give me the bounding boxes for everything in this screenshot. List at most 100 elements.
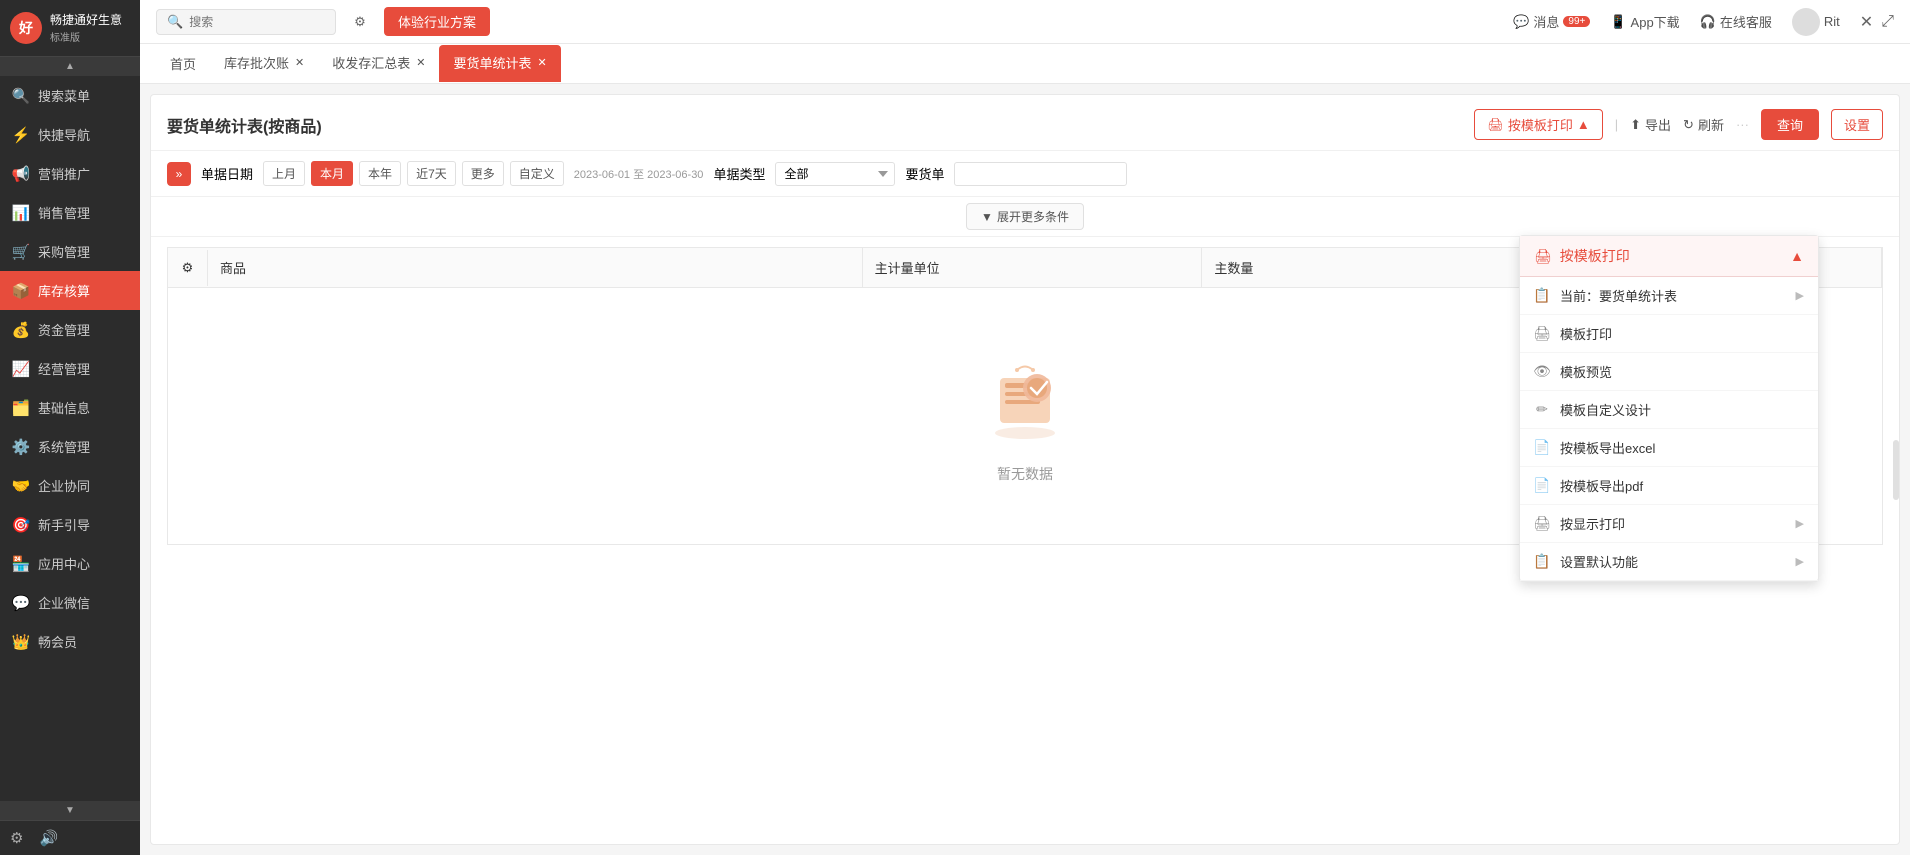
sidebar-item-basic[interactable]: 🗂️ 基础信息 xyxy=(0,388,140,427)
dropdown-section-display-print[interactable]: 🖨 按显示打印 ▶ xyxy=(1520,505,1818,543)
topbar-right: 💬 消息 99+ 📱 App下载 🎧 在线客服 Rit xyxy=(1513,8,1840,36)
tab-close-icon[interactable]: ✕ xyxy=(416,56,425,69)
user-name: Rit xyxy=(1824,14,1840,29)
sidebar-item-apps[interactable]: 🏪 应用中心 xyxy=(0,544,140,583)
dropdown-title: 按模板打印 xyxy=(1560,246,1630,266)
empty-illustration xyxy=(975,348,1075,448)
dropdown-item-template-print[interactable]: 🖨 模板打印 xyxy=(1520,315,1818,353)
tab-inventory-batch[interactable]: 库存批次账 ✕ xyxy=(210,45,318,82)
sidebar-item-label: 库存核算 xyxy=(38,281,90,300)
dropdown-item-export-pdf[interactable]: 📄 按模板导出pdf xyxy=(1520,467,1818,505)
date-7days-btn[interactable]: 近7天 xyxy=(407,161,456,186)
dropdown-header[interactable]: 🖨 按模板打印 ▲ xyxy=(1520,236,1818,277)
th-settings[interactable]: ⚙ xyxy=(168,250,208,286)
sidebar-nav: 🔍 搜索菜单 ⚡ 快捷导航 📢 营销推广 📊 销售管理 🛒 采购管理 📦 库存核… xyxy=(0,76,140,801)
current-template-label: 当前：要货单统计表 xyxy=(1560,286,1677,305)
page-actions: 🖨 按模板打印 ▲ | ⬆ 导出 ↻ 刷新 ··· 查询 设置 xyxy=(1474,109,1883,140)
dropdown-header-left: 🖨 按模板打印 xyxy=(1534,246,1630,266)
print-btn-label: 按模板打印 xyxy=(1508,115,1573,134)
export-icon: ⬆ xyxy=(1630,117,1641,133)
sidebar-scroll-down[interactable]: ▼ xyxy=(0,801,140,820)
sidebar-item-purchase[interactable]: 🛒 采购管理 xyxy=(0,232,140,271)
default-icon: 📋 xyxy=(1534,554,1550,570)
refresh-icon: ↻ xyxy=(1683,117,1694,133)
date-range: 2023-06-01 至 2023-06-30 xyxy=(574,166,704,182)
filter-expand-toggle[interactable]: » xyxy=(167,162,191,186)
order-type-input[interactable] xyxy=(954,162,1127,186)
expand-more-btn[interactable]: ▼ 展开更多条件 xyxy=(966,203,1084,230)
type-filter-label: 单据类型 xyxy=(713,164,765,183)
settings-btn[interactable]: 设置 xyxy=(1831,109,1883,140)
sidebar-item-enterprise[interactable]: 🤝 企业协同 xyxy=(0,466,140,505)
dropdown-item-template-design[interactable]: ✏ 模板自定义设计 xyxy=(1520,391,1818,429)
export-btn[interactable]: ⬆ 导出 xyxy=(1630,115,1671,134)
date-year-btn[interactable]: 本年 xyxy=(359,161,401,186)
tab-label: 要货单统计表 xyxy=(453,53,531,72)
print-btn[interactable]: 🖨 按模板打印 ▲ xyxy=(1474,109,1602,140)
message-item[interactable]: 💬 消息 99+ xyxy=(1513,12,1590,31)
topbar-gear-icon[interactable]: ⚙ xyxy=(348,10,372,34)
sidebar-item-label: 经营管理 xyxy=(38,359,90,378)
resize-handle[interactable] xyxy=(1893,440,1899,500)
template-design-label: 模板自定义设计 xyxy=(1560,400,1651,419)
online-service-item[interactable]: 🎧 在线客服 xyxy=(1700,12,1772,31)
expand-icon: ▼ xyxy=(981,210,993,224)
sidebar-item-operations[interactable]: 📈 经营管理 xyxy=(0,349,140,388)
sidebar-item-marketing[interactable]: 📢 营销推广 xyxy=(0,154,140,193)
filter-bar: » 单据日期 上月 本月 本年 近7天 更多 自定义 2023-06-01 至 … xyxy=(151,151,1899,197)
speaker-icon[interactable]: 🔊 xyxy=(39,829,58,847)
dropdown-item-template-preview[interactable]: 👁 模板预览 xyxy=(1520,353,1818,391)
date-custom-btn[interactable]: 自定义 xyxy=(510,161,564,186)
sidebar-item-finance[interactable]: 💰 资金管理 xyxy=(0,310,140,349)
date-prev-btn[interactable]: 上月 xyxy=(263,161,305,186)
tab-close-icon[interactable]: ✕ xyxy=(538,56,547,69)
topbar-search[interactable]: 🔍 xyxy=(156,9,336,35)
dropdown-current-template[interactable]: 📋 当前：要货单统计表 ▶ xyxy=(1520,277,1818,315)
sidebar-bottom: ⚙ 🔊 xyxy=(0,820,140,855)
dropdown-section-set-default[interactable]: 📋 设置默认功能 ▶ xyxy=(1520,543,1818,581)
sidebar: 好 畅捷通好生意 标准版 ▲ 🔍 搜索菜单 ⚡ 快捷导航 📢 营销推广 📊 销售… xyxy=(0,0,140,855)
search-input[interactable] xyxy=(189,15,309,29)
print-icon: 🖨 xyxy=(1534,326,1550,342)
tab-order-stats[interactable]: 要货单统计表 ✕ xyxy=(439,45,560,82)
page-content: 要货单统计表(按商品) 🖨 按模板打印 ▲ | ⬆ 导出 ↻ 刷新 xyxy=(140,84,1910,855)
user-avatar-item[interactable]: Rit xyxy=(1792,8,1840,36)
chevron-right-icon: ▶ xyxy=(1796,517,1804,530)
chevron-right-icon: ▶ xyxy=(1796,289,1804,302)
app-download-item[interactable]: 📱 App下载 xyxy=(1610,12,1679,31)
sidebar-item-inventory[interactable]: 📦 库存核算 xyxy=(0,271,140,310)
quick-nav-icon: ⚡ xyxy=(12,126,30,144)
sidebar-scroll-up[interactable]: ▲ xyxy=(0,57,140,76)
window-close-button[interactable]: ✕ xyxy=(1860,12,1873,32)
tab-label: 库存批次账 xyxy=(224,53,289,72)
sidebar-item-system[interactable]: ⚙️ 系统管理 xyxy=(0,427,140,466)
sidebar-item-membership[interactable]: 👑 畅会员 xyxy=(0,622,140,661)
expand-more-section: ▼ 展开更多条件 xyxy=(151,197,1899,237)
sidebar-item-guide[interactable]: 🎯 新手引导 xyxy=(0,505,140,544)
tab-close-icon[interactable]: ✕ xyxy=(295,56,304,69)
type-select[interactable]: 全部 xyxy=(775,162,895,186)
sidebar-item-label: 企业协同 xyxy=(38,476,90,495)
apps-icon: 🏪 xyxy=(12,555,30,573)
membership-icon: 👑 xyxy=(12,633,30,651)
sidebar-item-sales[interactable]: 📊 销售管理 xyxy=(0,193,140,232)
industry-btn[interactable]: 体验行业方案 xyxy=(384,7,490,36)
sidebar-item-search[interactable]: 🔍 搜索菜单 xyxy=(0,76,140,115)
window-maximize-button[interactable]: ⤢ xyxy=(1881,13,1894,31)
pdf-icon: 📄 xyxy=(1534,478,1550,494)
query-btn[interactable]: 查询 xyxy=(1761,109,1819,140)
tab-receivables[interactable]: 收发存汇总表 ✕ xyxy=(318,45,439,82)
template-print-label: 模板打印 xyxy=(1560,324,1612,343)
sidebar-item-label: 采购管理 xyxy=(38,242,90,261)
refresh-btn[interactable]: ↻ 刷新 xyxy=(1683,115,1724,134)
date-current-btn[interactable]: 本月 xyxy=(311,161,353,186)
tab-home[interactable]: 首页 xyxy=(156,46,210,81)
sidebar-item-quick-nav[interactable]: ⚡ 快捷导航 xyxy=(0,115,140,154)
settings-icon[interactable]: ⚙ xyxy=(10,829,23,847)
dropdown-item-export-excel[interactable]: 📄 按模板导出excel xyxy=(1520,429,1818,467)
search-icon: 🔍 xyxy=(12,87,30,105)
date-more-btn[interactable]: 更多 xyxy=(462,161,504,186)
design-icon: ✏ xyxy=(1534,402,1550,418)
sidebar-item-wechat[interactable]: 💬 企业微信 xyxy=(0,583,140,622)
wechat-icon: 💬 xyxy=(12,594,30,612)
